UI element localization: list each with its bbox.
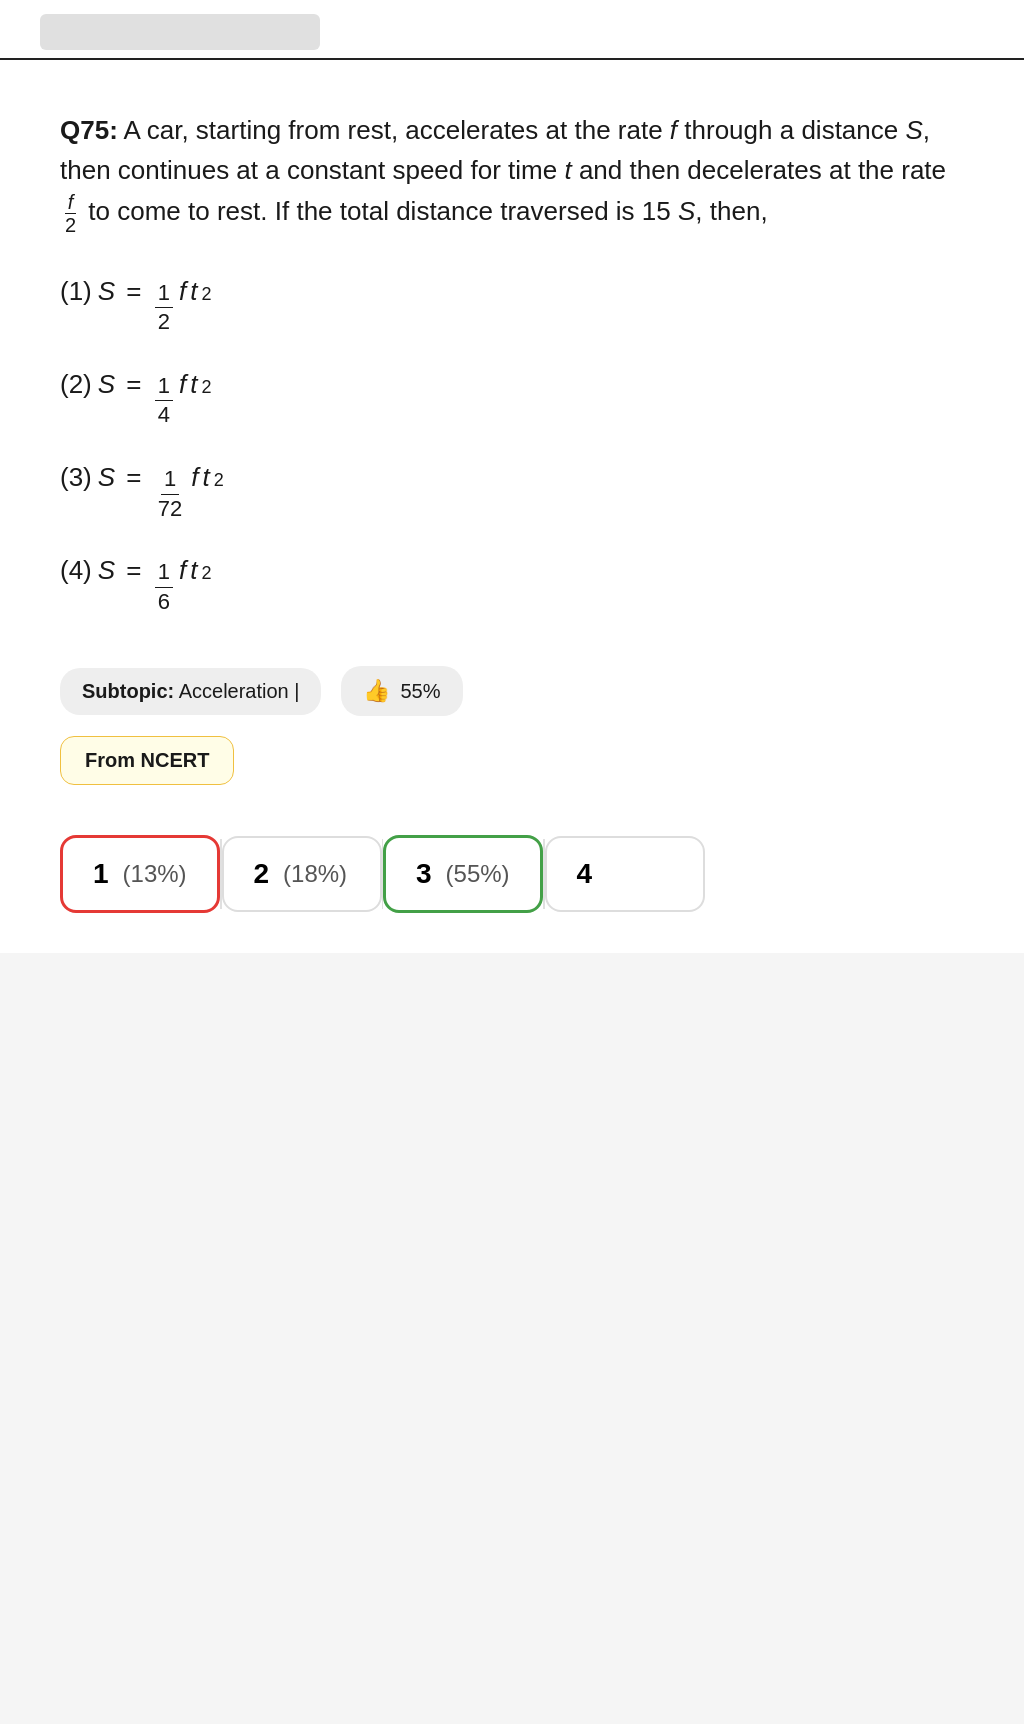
subtopic-label: Subtopic:: [82, 680, 174, 702]
frac-top: 1: [155, 558, 173, 588]
frac-top: 1: [161, 465, 179, 495]
option-1-expr: S = 1 2 ft2: [98, 276, 212, 337]
subtopic-badge: Subtopic: Acceleration |: [60, 668, 321, 715]
question-text: Q75: A car, starting from rest, accelera…: [60, 110, 964, 236]
answer-4-number: 4: [577, 858, 593, 890]
frac-bot: 2: [155, 308, 173, 337]
option-3-expr: S = 1 72 ft2: [98, 462, 224, 523]
option-2-expr: S = 1 4 ft2: [98, 369, 212, 430]
top-bar-inner: [40, 14, 320, 50]
fraction-f-over-2: f 2: [62, 191, 79, 236]
frac-1-72: 1 72: [155, 465, 185, 523]
var-f: f: [670, 115, 677, 145]
var-s2: S: [678, 196, 695, 226]
var-t: t: [564, 155, 571, 185]
answer-3-button[interactable]: 3 (55%): [383, 835, 543, 913]
frac-bot: 4: [155, 401, 173, 430]
answer-3-number: 3: [416, 858, 432, 890]
option-2: (2) S = 1 4 ft2: [60, 369, 964, 430]
page-container: Q75: A car, starting from rest, accelera…: [0, 0, 1024, 1724]
answer-3-pct: (55%): [446, 860, 510, 888]
option-4-number: (4): [60, 555, 92, 586]
frac-1-2: 1 2: [155, 279, 173, 337]
thumbs-percentage: 55%: [400, 680, 440, 703]
option-1: (1) S = 1 2 ft2: [60, 276, 964, 337]
fraction-denominator: 2: [62, 214, 79, 236]
fraction-numerator: f: [65, 191, 77, 214]
frac-top: 1: [155, 372, 173, 402]
option-1-number: (1): [60, 276, 92, 307]
sup-2d: 2: [201, 563, 211, 584]
option-3: (3) S = 1 72 ft2: [60, 462, 964, 523]
options-list: (1) S = 1 2 ft2 (2) S = 1 4: [60, 276, 964, 617]
answer-4-button[interactable]: 4: [545, 836, 705, 912]
option-3-number: (3): [60, 462, 92, 493]
frac-bot: 6: [155, 588, 173, 617]
subtopic-value: Acceleration |: [179, 680, 300, 702]
question-number: Q75:: [60, 115, 118, 145]
ncert-label: From NCERT: [85, 749, 209, 771]
answer-2-pct: (18%): [283, 860, 347, 888]
sup-2c: 2: [214, 470, 224, 491]
subtopic-row: Subtopic: Acceleration | 👍 55%: [60, 666, 964, 716]
answer-1-button[interactable]: 1 (13%): [60, 835, 220, 913]
top-bar: [0, 0, 1024, 60]
frac-bot: 72: [155, 495, 185, 524]
answer-1-pct: (13%): [123, 860, 187, 888]
ncert-badge: From NCERT: [60, 736, 234, 785]
thumbs-up-icon: 👍: [363, 678, 390, 704]
answers-row: 1 (13%) 2 (18%) 3 (55%) 4: [60, 835, 964, 913]
option-2-number: (2): [60, 369, 92, 400]
answer-1-number: 1: [93, 858, 109, 890]
question-card: Q75: A car, starting from rest, accelera…: [0, 60, 1024, 953]
var-s: S: [905, 115, 922, 145]
sup-2: 2: [201, 284, 211, 305]
frac-1-6: 1 6: [155, 558, 173, 616]
frac-1-4: 1 4: [155, 372, 173, 430]
thumbs-badge[interactable]: 👍 55%: [341, 666, 462, 716]
option-4-expr: S = 1 6 ft2: [98, 555, 212, 616]
frac-top: 1: [155, 279, 173, 309]
answer-2-number: 2: [254, 858, 270, 890]
answer-2-button[interactable]: 2 (18%): [222, 836, 382, 912]
sup-2b: 2: [201, 377, 211, 398]
option-4: (4) S = 1 6 ft2: [60, 555, 964, 616]
